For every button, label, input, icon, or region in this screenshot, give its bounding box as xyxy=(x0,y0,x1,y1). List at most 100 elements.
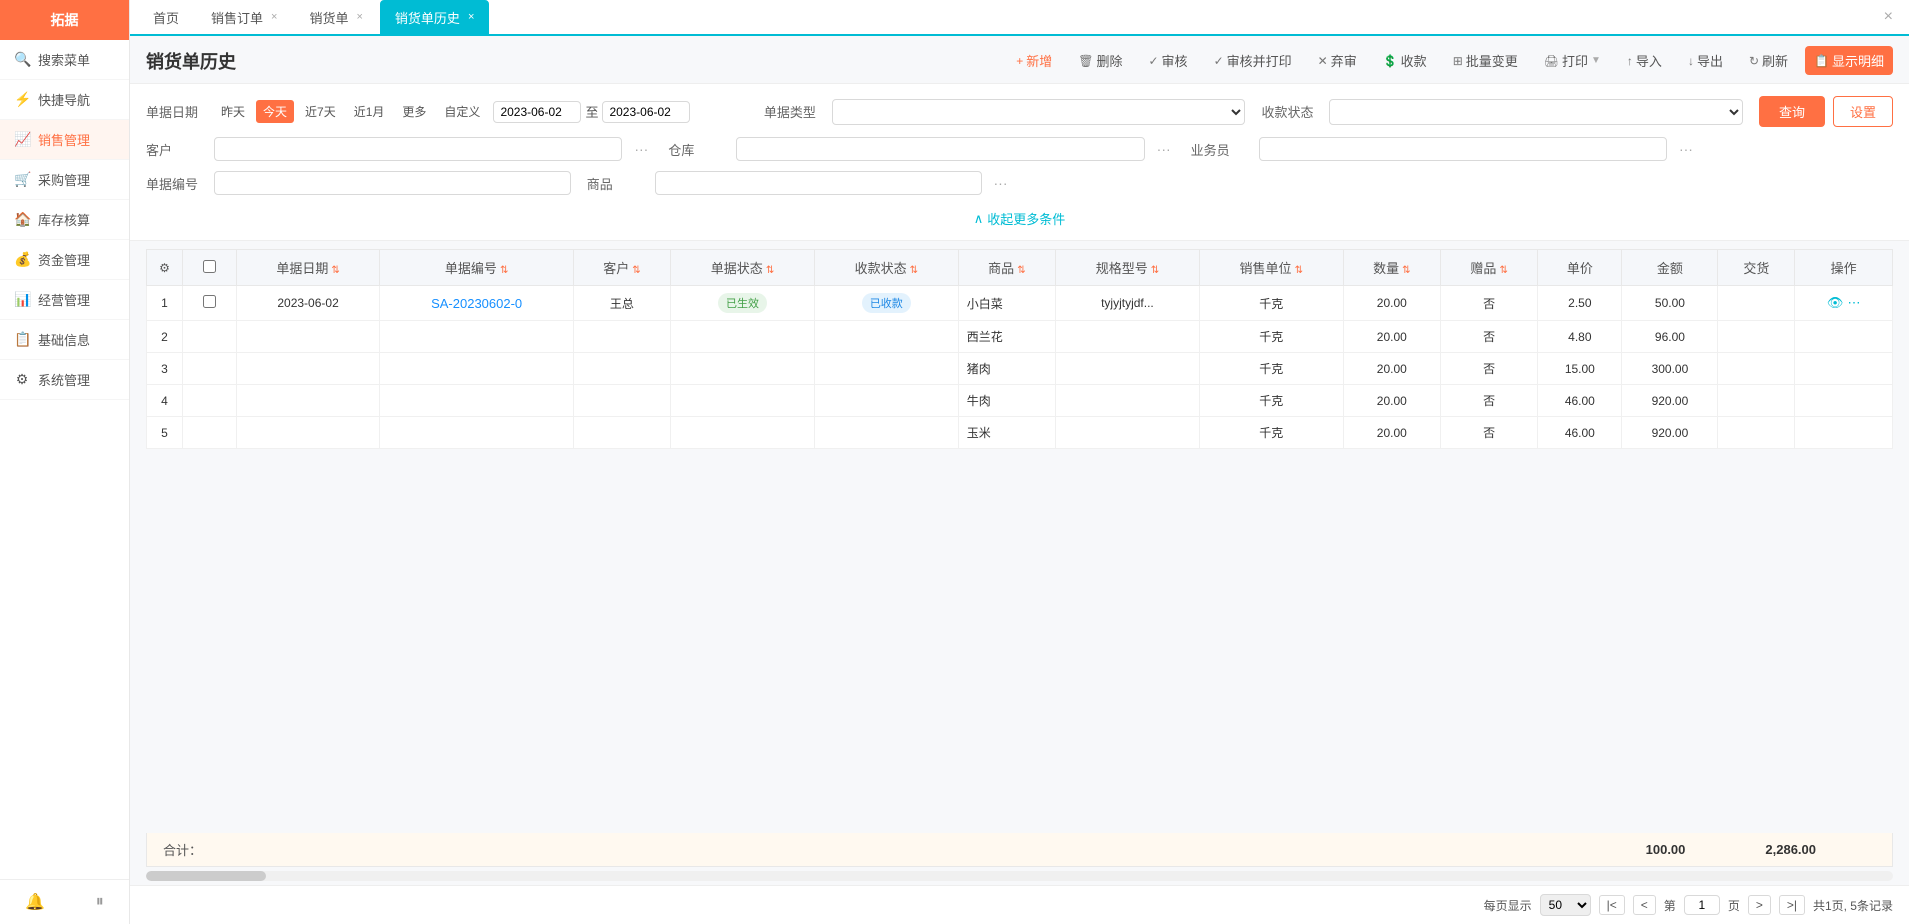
tab-sales-history-close[interactable]: × xyxy=(468,11,474,23)
cell-checkbox[interactable] xyxy=(183,385,237,417)
warehouse-dots-btn[interactable]: ··· xyxy=(1153,141,1175,157)
export-btn[interactable]: ↓ 导出 xyxy=(1679,46,1732,75)
sidebar-item-sales-mgmt[interactable]: 📈 销售管理 xyxy=(0,120,129,160)
last-page-btn[interactable]: >| xyxy=(1779,895,1805,915)
filter-collapse-btn[interactable]: ∧ 收起更多条件 xyxy=(146,205,1893,232)
query-button[interactable]: 查询 xyxy=(1759,96,1825,127)
cell-spec xyxy=(1056,417,1200,449)
sidebar-item-inventory-calc[interactable]: 🏠 库存核算 xyxy=(0,200,129,240)
notification-btn[interactable]: 🔔 xyxy=(17,888,53,916)
col-qty[interactable]: 数量⇅ xyxy=(1343,250,1440,286)
col-transaction[interactable]: 交货 xyxy=(1718,250,1795,286)
sidebar-item-system-mgmt[interactable]: ⚙ 系统管理 xyxy=(0,360,129,400)
col-amount[interactable]: 金额 xyxy=(1622,250,1718,286)
show-detail-btn[interactable]: 📋 显示明细 xyxy=(1805,46,1893,75)
cell-checkbox[interactable] xyxy=(183,321,237,353)
cell-checkbox[interactable] xyxy=(183,417,237,449)
doc-type-select[interactable] xyxy=(832,99,1246,125)
yesterday-btn[interactable]: 昨天 xyxy=(214,100,252,123)
sidebar-item-basic-info[interactable]: 📋 基础信息 xyxy=(0,320,129,360)
sidebar-item-search-menu[interactable]: 🔍 搜索菜单 xyxy=(0,40,129,80)
col-spec[interactable]: 规格型号⇅ xyxy=(1056,250,1200,286)
col-gear[interactable]: ⚙ xyxy=(147,250,183,286)
today-btn[interactable]: 今天 xyxy=(256,100,294,123)
salesperson-input[interactable] xyxy=(1259,137,1667,161)
prev-page-btn[interactable]: < xyxy=(1633,895,1656,915)
row-checkbox[interactable] xyxy=(203,295,216,308)
col-doc-status[interactable]: 单据状态⇅ xyxy=(671,250,815,286)
row-action-btn-1[interactable]: ⋯ xyxy=(1847,295,1860,310)
collect-btn[interactable]: 💲 收款 xyxy=(1374,46,1436,75)
collect-icon: 💲 xyxy=(1383,54,1398,68)
col-pay-status[interactable]: 收款状态⇅ xyxy=(814,250,958,286)
customer-input[interactable] xyxy=(214,137,622,161)
sidebar-item-operation-mgmt[interactable]: 📊 经营管理 xyxy=(0,280,129,320)
cell-doc-no xyxy=(380,385,573,417)
cell-checkbox[interactable] xyxy=(183,286,237,321)
7days-btn[interactable]: 近7天 xyxy=(298,100,343,123)
audit-btn[interactable]: ✓ 审核 xyxy=(1139,46,1196,75)
settings-button[interactable]: 设置 xyxy=(1833,96,1893,127)
warehouse-input[interactable] xyxy=(736,137,1144,161)
page-num-input[interactable] xyxy=(1684,895,1720,915)
goods-input[interactable] xyxy=(655,171,982,195)
col-gift[interactable]: 赠品⇅ xyxy=(1440,250,1537,286)
date-to-input[interactable] xyxy=(602,101,690,123)
sort-icon-qty: ⇅ xyxy=(1402,265,1410,276)
tab-home[interactable]: 首页 xyxy=(138,0,194,34)
col-customer[interactable]: 客户⇅ xyxy=(573,250,670,286)
col-goods[interactable]: 商品⇅ xyxy=(958,250,1055,286)
add-btn[interactable]: + 新增 xyxy=(1007,46,1061,75)
salesperson-dots-btn[interactable]: ··· xyxy=(1675,141,1697,157)
doc-no-link[interactable]: SA-20230602-0 xyxy=(431,296,522,311)
delete-btn[interactable]: 🗑 删除 xyxy=(1069,46,1131,75)
cell-gift: 否 xyxy=(1440,385,1537,417)
col-doc-no[interactable]: 单据编号⇅ xyxy=(380,250,573,286)
cell-amount: 96.00 xyxy=(1622,321,1718,353)
col-unit[interactable]: 销售单位⇅ xyxy=(1199,250,1343,286)
1month-btn[interactable]: 近1月 xyxy=(347,100,392,123)
pause-btn[interactable]: ⏸ xyxy=(88,889,112,915)
batch-change-btn[interactable]: ⊞ 批量变更 xyxy=(1444,46,1527,75)
import-btn[interactable]: ↑ 导入 xyxy=(1618,46,1671,75)
date-from-input[interactable] xyxy=(493,101,581,123)
cell-unit: 千克 xyxy=(1199,286,1343,321)
tab-sales-order-close[interactable]: × xyxy=(271,11,277,23)
next-page-btn[interactable]: > xyxy=(1748,895,1771,915)
print-btn[interactable]: 🖨 打印 ▼ xyxy=(1535,46,1610,75)
custom-btn[interactable]: 自定义 xyxy=(437,100,487,123)
doc-no-input[interactable] xyxy=(214,171,571,195)
horizontal-scrollbar[interactable] xyxy=(146,871,1893,881)
refresh-btn[interactable]: ↻ 刷新 xyxy=(1740,46,1797,75)
scrollbar-thumb[interactable] xyxy=(146,871,266,881)
payment-status-select[interactable] xyxy=(1329,99,1743,125)
close-all-btn[interactable]: × xyxy=(1876,8,1901,26)
tab-sales-history[interactable]: 销货单历史 × xyxy=(380,0,489,34)
abandon-btn[interactable]: ✕ 弃审 xyxy=(1309,46,1366,75)
sidebar-item-finance-mgmt[interactable]: 💰 资金管理 xyxy=(0,240,129,280)
tab-sales-goods[interactable]: 销货单 × xyxy=(294,0,377,34)
query-settings-btns: 查询 设置 xyxy=(1759,96,1893,127)
cell-checkbox[interactable] xyxy=(183,353,237,385)
first-page-btn[interactable]: |< xyxy=(1599,895,1625,915)
sidebar-item-quick-nav[interactable]: ⚡ 快捷导航 xyxy=(0,80,129,120)
per-page-select[interactable]: 10 20 50 100 xyxy=(1540,894,1591,916)
goods-dots-btn[interactable]: ··· xyxy=(990,175,1012,191)
col-doc-date[interactable]: 单据日期⇅ xyxy=(236,250,380,286)
col-checkbox[interactable] xyxy=(183,250,237,286)
col-price[interactable]: 单价 xyxy=(1538,250,1622,286)
select-all-checkbox[interactable] xyxy=(203,260,216,273)
sort-icon-pay-status: ⇅ xyxy=(910,265,918,276)
collapse-label: 收起更多条件 xyxy=(987,209,1065,228)
filter-doc-no: 单据编号 xyxy=(146,171,571,195)
more-btn[interactable]: 更多 xyxy=(395,100,433,123)
tab-sales-order[interactable]: 销售订单 × xyxy=(196,0,292,34)
quick-nav-icon: ⚡ xyxy=(14,91,30,108)
customer-dots-btn[interactable]: ··· xyxy=(630,141,652,157)
tab-sales-goods-close[interactable]: × xyxy=(356,11,362,23)
row-action-btn-0[interactable]: 👁 xyxy=(1827,295,1844,310)
sales-mgmt-icon: 📈 xyxy=(14,131,30,148)
audit-print-btn[interactable]: ✓ 审核并打印 xyxy=(1205,46,1301,75)
sidebar-item-purchase-mgmt[interactable]: 🛒 采购管理 xyxy=(0,160,129,200)
cell-price: 2.50 xyxy=(1538,286,1622,321)
